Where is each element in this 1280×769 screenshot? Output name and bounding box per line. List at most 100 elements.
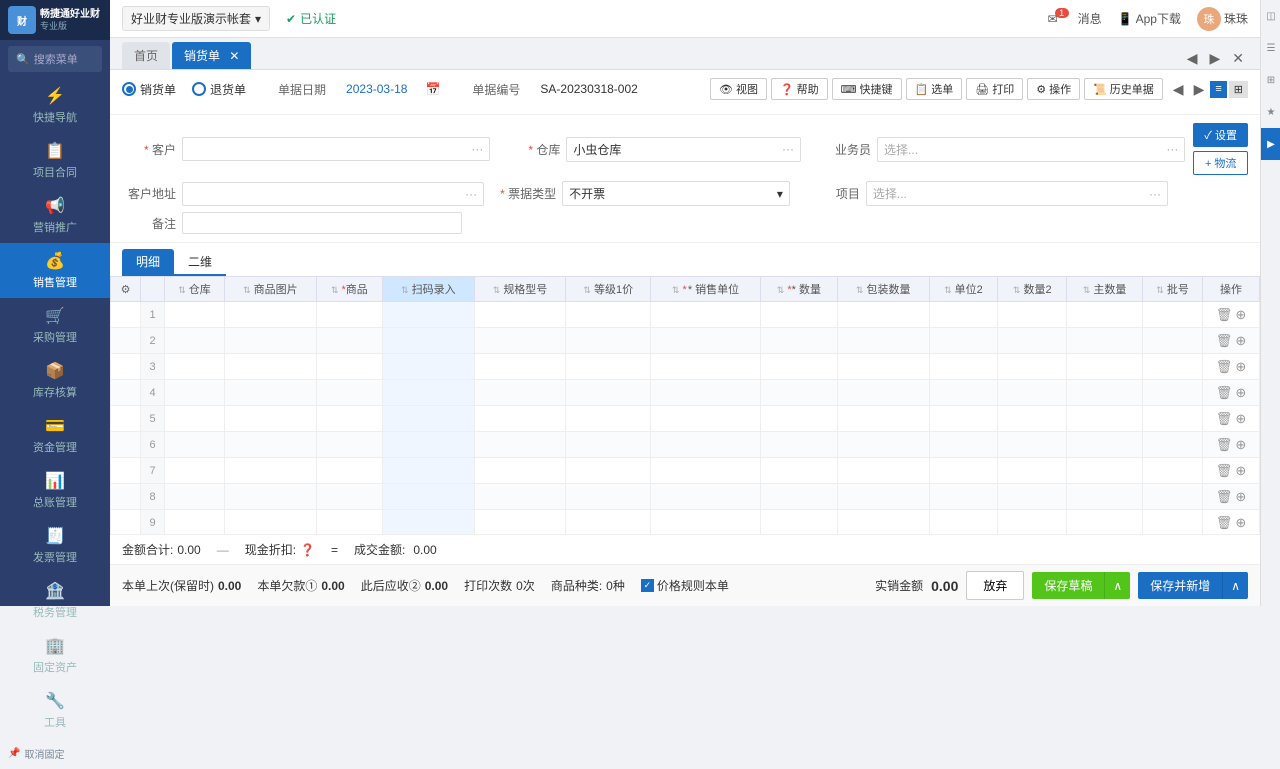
view-btn[interactable]: 👁 视图 [710, 78, 767, 100]
row-qty-cell[interactable] [761, 510, 838, 535]
sidebar-item-inventory[interactable]: 📦 库存核算 [0, 353, 110, 408]
settings-btn[interactable]: ✓ 设置 [1193, 123, 1248, 147]
project-select-icon[interactable]: ··· [1149, 187, 1161, 201]
sidebar-item-tax[interactable]: 🏦 税务管理 [0, 573, 110, 628]
search-menu-button[interactable]: 🔍 搜索菜单 [8, 46, 102, 72]
warehouse-select-icon[interactable]: ··· [782, 142, 794, 156]
row-qty2-cell[interactable] [998, 406, 1067, 432]
row-price1-cell[interactable] [566, 354, 651, 380]
col-settings[interactable]: ⚙ [111, 277, 141, 302]
col-batch-input[interactable]: ⇅ 扫码录入 [382, 277, 474, 302]
row-warehouse-cell[interactable] [165, 406, 225, 432]
row-batch-input-cell[interactable] [382, 510, 474, 535]
row-main-qty-cell[interactable] [1067, 484, 1143, 510]
row-spec-cell[interactable] [474, 302, 566, 328]
row-product-cell[interactable] [316, 510, 382, 535]
sidebar-item-tools[interactable]: 🔧 工具 [0, 683, 110, 738]
row-product-img-cell[interactable] [225, 484, 317, 510]
row-delete-icon[interactable]: 🗑 [1216, 515, 1233, 531]
row-copy-icon[interactable]: ⊕ [1235, 515, 1246, 531]
app-download-button[interactable]: 📱 App下载 [1118, 10, 1181, 27]
row-product-cell[interactable] [316, 432, 382, 458]
row-delete-icon[interactable]: 🗑 [1216, 385, 1233, 401]
prev-window-btn[interactable]: ◀ [1183, 50, 1202, 67]
col-pack-qty[interactable]: ⇅ 包装数量 [837, 277, 929, 302]
row-spec-cell[interactable] [474, 458, 566, 484]
grid-view-icon[interactable]: ⊞ [1229, 81, 1248, 98]
row-main-qty-cell[interactable] [1067, 380, 1143, 406]
row-main-qty-cell[interactable] [1067, 406, 1143, 432]
tab-home[interactable]: 首页 [122, 42, 170, 69]
col-qty[interactable]: ⇅ ** 数量 [761, 277, 838, 302]
select-btn[interactable]: 📋 选单 [906, 78, 963, 100]
row-sales-unit-cell[interactable] [651, 458, 761, 484]
row-unit2-cell[interactable] [929, 328, 998, 354]
row-delete-icon[interactable]: 🗑 [1216, 307, 1233, 323]
row-product-cell[interactable] [316, 302, 382, 328]
row-qty2-cell[interactable] [998, 432, 1067, 458]
save-draft-arrow-button[interactable]: ∧ [1104, 572, 1130, 599]
row-pack-qty-cell[interactable] [837, 302, 929, 328]
addr-select-icon[interactable]: ··· [465, 187, 477, 201]
row-product-img-cell[interactable] [225, 510, 317, 535]
message-button[interactable]: ✉ 1 消息 [1048, 10, 1102, 27]
row-main-qty-cell[interactable] [1067, 354, 1143, 380]
row-qty2-cell[interactable] [998, 302, 1067, 328]
row-delete-icon[interactable]: 🗑 [1216, 333, 1233, 349]
right-panel-btn-1[interactable]: ◫ [1261, 0, 1280, 32]
abandon-button[interactable]: 放弃 [966, 571, 1024, 600]
row-pack-qty-cell[interactable] [837, 354, 929, 380]
row-sales-unit-cell[interactable] [651, 484, 761, 510]
row-warehouse-cell[interactable] [165, 302, 225, 328]
add-material-btn[interactable]: + 物流 [1193, 151, 1248, 175]
return-radio[interactable]: 退货单 [192, 81, 246, 98]
customer-input[interactable]: ··· [182, 137, 490, 161]
row-qty-cell[interactable] [761, 380, 838, 406]
sidebar-item-project[interactable]: 📋 项目合同 [0, 133, 110, 188]
right-panel-btn-4[interactable]: ★ [1261, 96, 1280, 128]
row-unit2-cell[interactable] [929, 484, 998, 510]
sidebar-item-fixed-assets[interactable]: 🏢 固定资产 [0, 628, 110, 683]
row-batch-input-cell[interactable] [382, 302, 474, 328]
next-window-btn[interactable]: ▶ [1205, 50, 1224, 67]
row-product-img-cell[interactable] [225, 328, 317, 354]
sidebar-item-marketing[interactable]: 📢 营销推广 [0, 188, 110, 243]
row-main-qty-cell[interactable] [1067, 302, 1143, 328]
row-pack-qty-cell[interactable] [837, 510, 929, 535]
tab-detail[interactable]: 明细 [122, 249, 174, 274]
row-copy-icon[interactable]: ⊕ [1235, 489, 1246, 505]
row-qty2-cell[interactable] [998, 484, 1067, 510]
row-qty2-cell[interactable] [998, 458, 1067, 484]
row-batch-input-cell[interactable] [382, 432, 474, 458]
row-delete-icon[interactable]: 🗑 [1216, 359, 1233, 375]
row-qty2-cell[interactable] [998, 354, 1067, 380]
row-copy-icon[interactable]: ⊕ [1235, 463, 1246, 479]
tab-close-icon[interactable]: ✕ [229, 49, 239, 63]
col-main-qty[interactable]: ⇅ 主数量 [1067, 277, 1143, 302]
row-sales-unit-cell[interactable] [651, 354, 761, 380]
row-price1-cell[interactable] [566, 484, 651, 510]
col-spec[interactable]: ⇅ 规格型号 [474, 277, 566, 302]
col-price1[interactable]: ⇅ 等级1价 [566, 277, 651, 302]
sales-radio[interactable]: 销货单 [122, 81, 176, 98]
col-batch[interactable]: ⇅ 批号 [1143, 277, 1203, 302]
row-unit2-cell[interactable] [929, 432, 998, 458]
print-btn[interactable]: 🖨 打印 [966, 78, 1023, 100]
warehouse-input[interactable]: 小虫仓库 ··· [566, 137, 801, 162]
sidebar-search[interactable]: 🔍 搜索菜单 [0, 40, 110, 78]
row-main-qty-cell[interactable] [1067, 328, 1143, 354]
row-main-qty-cell[interactable] [1067, 432, 1143, 458]
row-product-img-cell[interactable] [225, 432, 317, 458]
row-qty-cell[interactable] [761, 432, 838, 458]
col-product[interactable]: ⇅ *商品 [316, 277, 382, 302]
row-warehouse-cell[interactable] [165, 432, 225, 458]
save-draft-button[interactable]: 保存草稿 [1032, 572, 1104, 599]
row-batch-input-cell[interactable] [382, 484, 474, 510]
right-panel-btn-3[interactable]: ⊞ [1261, 64, 1280, 96]
col-warehouse[interactable]: ⇅ 仓库 [165, 277, 225, 302]
row-product-img-cell[interactable] [225, 406, 317, 432]
save-submit-arrow-button[interactable]: ∧ [1222, 572, 1248, 599]
row-pack-qty-cell[interactable] [837, 432, 929, 458]
shortcut-btn[interactable]: ⌨ 快捷键 [832, 78, 902, 100]
row-pack-qty-cell[interactable] [837, 458, 929, 484]
